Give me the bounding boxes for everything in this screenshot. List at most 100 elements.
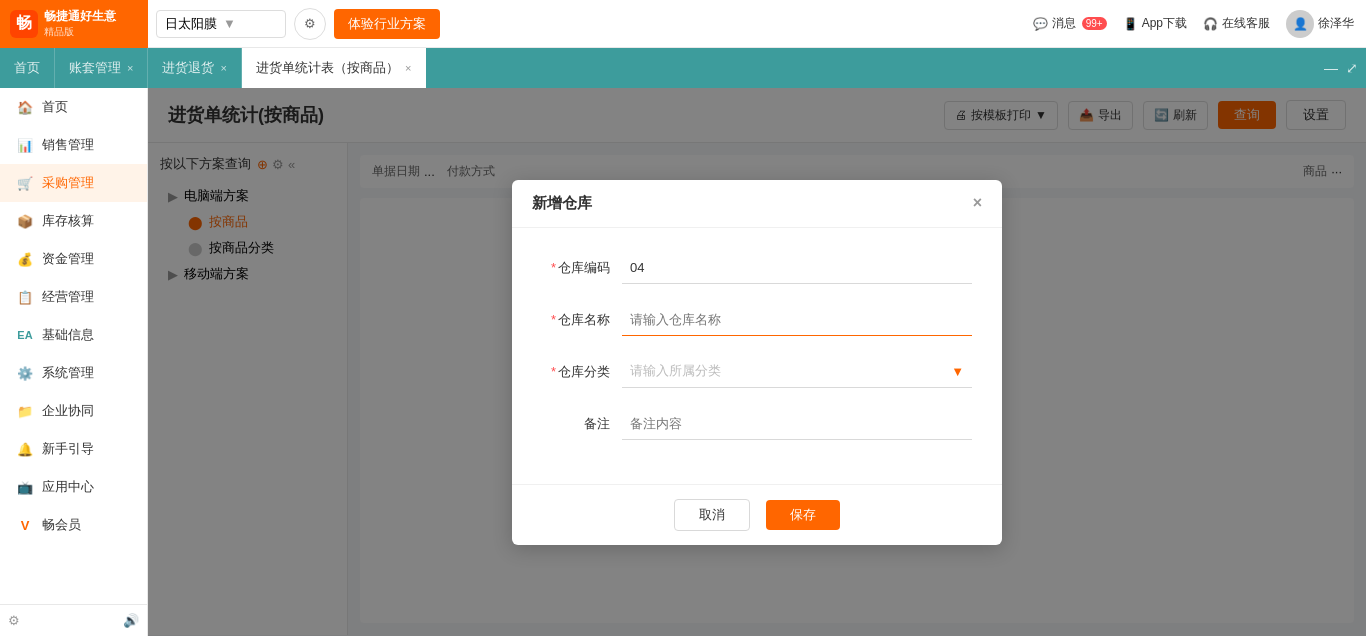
tab-returns[interactable]: 进货退货 × [148,48,241,88]
username-label: 徐泽华 [1318,15,1354,32]
main-layout: 🏠 首页 📊 销售管理 🛒 采购管理 📦 库存核算 💰 资金管理 📋 经营管理 … [0,88,1366,636]
settings-icon[interactable]: ⚙ [294,8,326,40]
tab-stats-label: 进货单统计表（按商品） [256,59,399,77]
add-warehouse-modal: 新增仓库 × 仓库编码 仓库名称 仓库 [512,180,1002,545]
remark-row: 备注 [542,408,972,440]
remark-label: 备注 [542,415,622,433]
sidebar-item-finance[interactable]: 💰 资金管理 [0,240,147,278]
tab-expand-icon[interactable]: ⤢ [1346,60,1358,76]
basic-icon: EA [16,326,34,344]
logo-text: 畅捷通好生意 精品版 [44,8,116,39]
sidebar-label-system: 系统管理 [42,364,94,382]
logo-icon: 畅 [10,10,38,38]
purchase-icon: 🛒 [16,174,34,192]
save-button[interactable]: 保存 [766,500,840,530]
messages-label: 消息 [1052,15,1076,32]
tab-home[interactable]: 首页 [0,48,55,88]
sidebar-label-purchase: 采购管理 [42,174,94,192]
mobile-icon: 📱 [1123,17,1138,31]
tab-accounts[interactable]: 账套管理 × [55,48,148,88]
warehouse-name-input[interactable] [622,304,972,336]
modal-header: 新增仓库 × [512,180,1002,228]
sidebar-item-inventory[interactable]: 📦 库存核算 [0,202,147,240]
category-placeholder: 请输入所属分类 [630,362,721,380]
online-service-item[interactable]: 🎧 在线客服 [1203,15,1270,32]
guide-icon: 🔔 [16,440,34,458]
user-item[interactable]: 👤 徐泽华 [1286,10,1354,38]
sidebar-label-home: 首页 [42,98,68,116]
store-arrow-icon: ▼ [223,16,277,31]
logo-subtitle: 精品版 [44,25,116,39]
category-arrow-icon: ▼ [951,364,964,379]
headset-icon: 🎧 [1203,17,1218,31]
content-area: 进货单统计(按商品) 🖨 按模板打印 ▼ 📤 导出 🔄 刷新 [148,88,1366,636]
management-icon: 📋 [16,288,34,306]
messages-item[interactable]: 💬 消息 99+ [1033,15,1107,32]
sidebar-item-sales[interactable]: 📊 销售管理 [0,126,147,164]
app-download-label: App下载 [1142,15,1187,32]
sidebar-label-enterprise: 企业协同 [42,402,94,420]
warehouse-code-row: 仓库编码 [542,252,972,284]
sidebar-label-management: 经营管理 [42,288,94,306]
sidebar-item-management[interactable]: 📋 经营管理 [0,278,147,316]
modal-footer: 取消 保存 [512,484,1002,545]
sidebar-label-membership: 畅会员 [42,516,81,534]
finance-icon: 💰 [16,250,34,268]
tab-spacer [426,48,1316,88]
tab-returns-close[interactable]: × [220,62,226,74]
sidebar: 🏠 首页 📊 销售管理 🛒 采购管理 📦 库存核算 💰 资金管理 📋 经营管理 … [0,88,148,636]
warehouse-name-label: 仓库名称 [542,311,622,329]
sidebar-item-home[interactable]: 🏠 首页 [0,88,147,126]
tab-accounts-label: 账套管理 [69,59,121,77]
warehouse-category-select[interactable]: 请输入所属分类 ▼ [622,356,972,388]
modal-body: 仓库编码 仓库名称 仓库分类 请输入所属分类 ▼ [512,228,1002,484]
messages-badge: 99+ [1082,17,1107,30]
sidebar-item-membership[interactable]: V 畅会员 [0,506,147,544]
cancel-button[interactable]: 取消 [674,499,750,531]
logo-title: 畅捷通好生意 [44,8,116,25]
tab-home-label: 首页 [14,59,40,77]
warehouse-code-label: 仓库编码 [542,259,622,277]
modal-close-button[interactable]: × [973,194,982,212]
sidebar-label-apps: 应用中心 [42,478,94,496]
logo-area: 畅 畅捷通好生意 精品版 [0,0,148,48]
app-download-item[interactable]: 📱 App下载 [1123,15,1187,32]
volume-icon[interactable]: 🔊 [123,613,139,628]
message-icon: 💬 [1033,17,1048,31]
inventory-icon: 📦 [16,212,34,230]
tab-bar: 首页 账套管理 × 进货退货 × 进货单统计表（按商品） × — ⤢ [0,48,1366,88]
warehouse-category-row: 仓库分类 请输入所属分类 ▼ [542,356,972,388]
sidebar-label-guide: 新手引导 [42,440,94,458]
sidebar-item-guide[interactable]: 🔔 新手引导 [0,430,147,468]
enterprise-icon: 📁 [16,402,34,420]
tab-returns-label: 进货退货 [162,59,214,77]
sidebar-label-finance: 资金管理 [42,250,94,268]
online-service-label: 在线客服 [1222,15,1270,32]
tab-stats[interactable]: 进货单统计表（按商品） × [242,48,426,88]
store-selector[interactable]: 日太阳膜 ▼ [156,10,286,38]
warehouse-code-input[interactable] [622,252,972,284]
tab-minimize-icon[interactable]: — [1324,60,1338,76]
settings-bottom-icon[interactable]: ⚙ [8,613,20,628]
tab-accounts-close[interactable]: × [127,62,133,74]
sidebar-label-basic: 基础信息 [42,326,94,344]
sidebar-item-system[interactable]: ⚙️ 系统管理 [0,354,147,392]
modal-title: 新增仓库 [532,194,592,213]
avatar: 👤 [1286,10,1314,38]
home-icon: 🏠 [16,98,34,116]
sidebar-item-basic[interactable]: EA 基础信息 [0,316,147,354]
tab-stats-close[interactable]: × [405,62,411,74]
top-bar: 畅 畅捷通好生意 精品版 日太阳膜 ▼ ⚙ 体验行业方案 💬 消息 99+ 📱 … [0,0,1366,48]
experience-button[interactable]: 体验行业方案 [334,9,440,39]
top-bar-right: 💬 消息 99+ 📱 App下载 🎧 在线客服 👤 徐泽华 [1033,10,1354,38]
tab-controls: — ⤢ [1316,48,1366,88]
sidebar-item-apps[interactable]: 📺 应用中心 [0,468,147,506]
sidebar-item-purchase[interactable]: 🛒 采购管理 [0,164,147,202]
sidebar-label-inventory: 库存核算 [42,212,94,230]
warehouse-category-label: 仓库分类 [542,363,622,381]
sales-icon: 📊 [16,136,34,154]
system-icon: ⚙️ [16,364,34,382]
sidebar-bottom: ⚙ 🔊 [0,604,147,636]
remark-input[interactable] [622,408,972,440]
sidebar-item-enterprise[interactable]: 📁 企业协同 [0,392,147,430]
